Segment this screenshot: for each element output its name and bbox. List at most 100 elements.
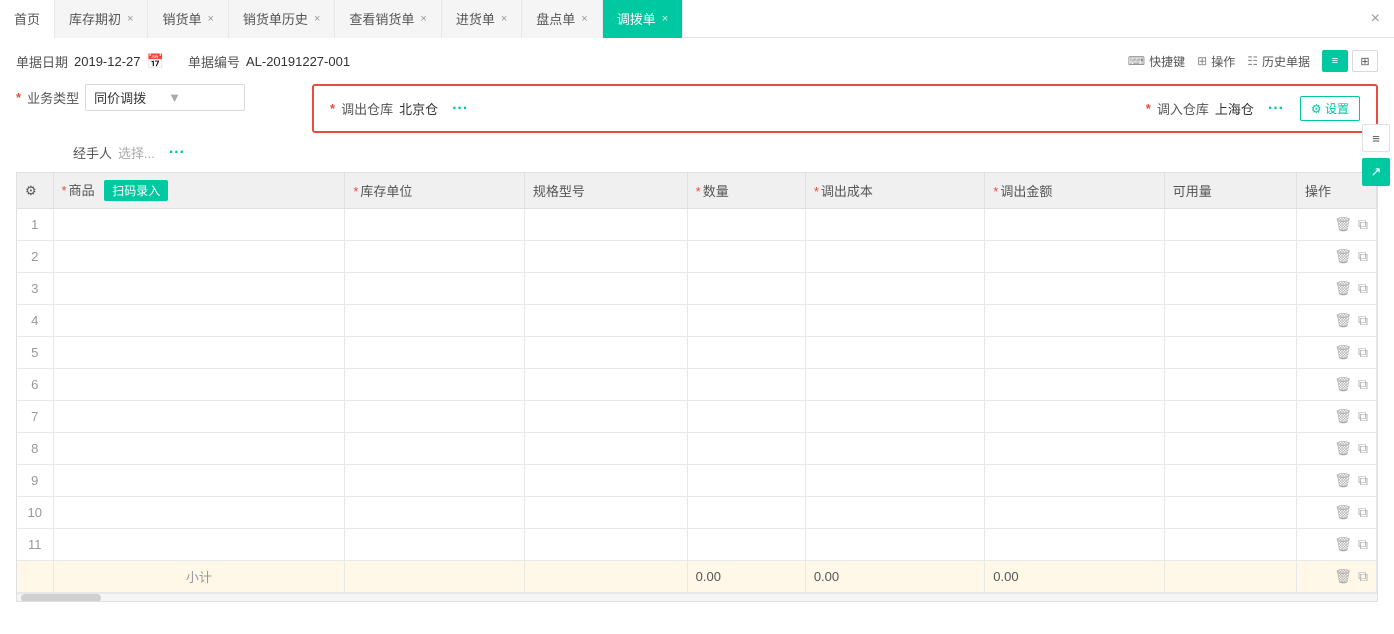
cell-qty[interactable] [687, 401, 805, 433]
cell-cost[interactable] [805, 369, 984, 401]
list-view-btn[interactable]: ≡ [1322, 50, 1348, 72]
cell-amount[interactable] [985, 497, 1164, 529]
copy-icon[interactable]: ⧉ [1358, 408, 1368, 425]
cell-product[interactable] [53, 529, 345, 561]
tab-stocktake[interactable]: 盘点单 × [522, 0, 602, 38]
cell-available[interactable] [1164, 273, 1296, 305]
cell-spec[interactable] [524, 273, 687, 305]
cell-available[interactable] [1164, 529, 1296, 561]
cell-available[interactable] [1164, 497, 1296, 529]
cell-unit[interactable] [345, 337, 524, 369]
history-btn[interactable]: ☷ 历史单据 [1247, 53, 1310, 70]
delete-icon[interactable]: 🗑 [1334, 248, 1352, 265]
cell-amount[interactable] [985, 241, 1164, 273]
cell-qty[interactable] [687, 433, 805, 465]
delete-icon[interactable]: 🗑 [1334, 280, 1352, 297]
cell-product[interactable] [53, 241, 345, 273]
cell-available[interactable] [1164, 209, 1296, 241]
cell-amount[interactable] [985, 273, 1164, 305]
tab-close-inventory-init[interactable]: × [127, 13, 133, 25]
copy-icon[interactable]: ⧉ [1358, 440, 1368, 457]
cell-unit[interactable] [345, 465, 524, 497]
calendar-icon[interactable]: 📅 [147, 53, 164, 70]
settings-button[interactable]: ⚙ 设置 [1300, 96, 1360, 121]
delete-icon[interactable]: 🗑 [1334, 312, 1352, 329]
cell-available[interactable] [1164, 241, 1296, 273]
cell-spec[interactable] [524, 241, 687, 273]
cell-unit[interactable] [345, 241, 524, 273]
cell-cost[interactable] [805, 497, 984, 529]
transfer-out-more-btn[interactable]: ··· [452, 100, 468, 118]
cell-unit[interactable] [345, 401, 524, 433]
cell-qty[interactable] [687, 369, 805, 401]
cell-spec[interactable] [524, 433, 687, 465]
delete-icon[interactable]: 🗑 [1334, 472, 1352, 489]
cell-qty[interactable] [687, 305, 805, 337]
cell-spec[interactable] [524, 401, 687, 433]
cell-cost[interactable] [805, 529, 984, 561]
tab-close-view-sales[interactable]: × [420, 13, 426, 25]
tab-sales-history[interactable]: 销货单历史 × [229, 0, 335, 38]
copy-icon[interactable]: ⧉ [1358, 280, 1368, 297]
copy-icon[interactable]: ⧉ [1358, 376, 1368, 393]
person-select[interactable]: 选择... [118, 143, 155, 162]
tab-inventory-init[interactable]: 库存期初 × [55, 0, 148, 38]
cell-cost[interactable] [805, 401, 984, 433]
copy-icon[interactable]: ⧉ [1358, 312, 1368, 329]
copy-icon[interactable]: ⧉ [1358, 472, 1368, 489]
cell-qty[interactable] [687, 241, 805, 273]
tab-purchase[interactable]: 进货单 × [442, 0, 522, 38]
cell-unit[interactable] [345, 497, 524, 529]
cell-amount[interactable] [985, 209, 1164, 241]
copy-icon[interactable]: ⧉ [1358, 536, 1368, 553]
cell-product[interactable] [53, 465, 345, 497]
cell-cost[interactable] [805, 433, 984, 465]
tab-close-stocktake[interactable]: × [581, 13, 587, 25]
cell-cost[interactable] [805, 209, 984, 241]
cell-amount[interactable] [985, 433, 1164, 465]
delete-icon[interactable]: 🗑 [1334, 440, 1352, 457]
copy-icon[interactable]: ⧉ [1358, 504, 1368, 521]
cell-spec[interactable] [524, 337, 687, 369]
cell-spec[interactable] [524, 497, 687, 529]
sidebar-list-icon[interactable]: ≡ [1362, 124, 1390, 152]
cell-unit[interactable] [345, 209, 524, 241]
cell-cost[interactable] [805, 465, 984, 497]
cell-product[interactable] [53, 369, 345, 401]
cell-qty[interactable] [687, 273, 805, 305]
cell-product[interactable] [53, 337, 345, 369]
tab-close-transfer[interactable]: × [662, 13, 668, 25]
cell-qty[interactable] [687, 529, 805, 561]
subtotal-copy-icon[interactable]: ⧉ [1358, 568, 1368, 585]
copy-icon[interactable]: ⧉ [1358, 344, 1368, 361]
delete-icon[interactable]: 🗑 [1334, 408, 1352, 425]
cell-product[interactable] [53, 209, 345, 241]
scroll-thumb[interactable] [21, 594, 101, 602]
cell-unit[interactable] [345, 273, 524, 305]
cell-spec[interactable] [524, 209, 687, 241]
transfer-in-more-btn[interactable]: ··· [1268, 100, 1284, 118]
cell-cost[interactable] [805, 337, 984, 369]
cell-spec[interactable] [524, 369, 687, 401]
cell-unit[interactable] [345, 305, 524, 337]
subtotal-delete-icon[interactable]: 🗑 [1334, 568, 1352, 585]
tab-close-sales[interactable]: × [207, 13, 213, 25]
cell-amount[interactable] [985, 305, 1164, 337]
cell-amount[interactable] [985, 337, 1164, 369]
cell-unit[interactable] [345, 529, 524, 561]
delete-icon[interactable]: 🗑 [1334, 376, 1352, 393]
horizontal-scrollbar[interactable] [17, 593, 1377, 601]
cell-qty[interactable] [687, 497, 805, 529]
business-type-select[interactable]: 同价调拨 ▼ [85, 84, 245, 111]
tab-close-sales-history[interactable]: × [314, 13, 320, 25]
delete-icon[interactable]: 🗑 [1334, 216, 1352, 233]
cell-available[interactable] [1164, 337, 1296, 369]
cell-spec[interactable] [524, 529, 687, 561]
cell-product[interactable] [53, 305, 345, 337]
tab-close-purchase[interactable]: × [501, 13, 507, 25]
cell-amount[interactable] [985, 401, 1164, 433]
sidebar-expand-icon[interactable]: ↗ [1362, 158, 1390, 186]
cell-product[interactable] [53, 273, 345, 305]
cell-qty[interactable] [687, 465, 805, 497]
person-more-btn[interactable]: ··· [169, 144, 185, 162]
